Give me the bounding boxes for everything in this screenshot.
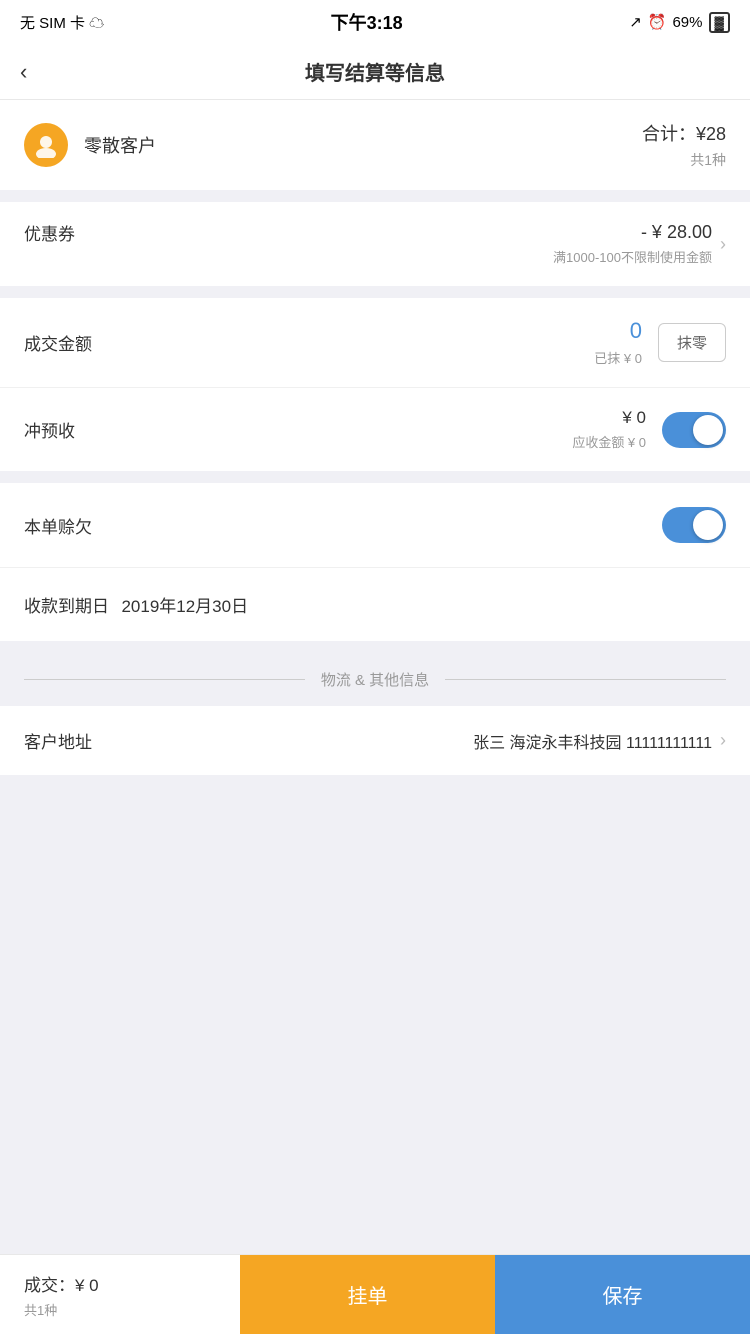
coupon-chevron: ›: [720, 234, 726, 255]
logistics-title: 物流 & 其他信息: [321, 669, 429, 690]
coupon-sub: 满1000-100不限制使用金额: [553, 247, 712, 266]
customer-count: 共1种: [642, 150, 726, 170]
location-icon: ↗: [629, 13, 642, 31]
logistics-header: 物流 & 其他信息: [0, 653, 750, 706]
due-date-value: 2019年12月30日: [121, 597, 248, 616]
bottom-deal: 成交：¥ 0: [24, 1271, 216, 1296]
coupon-value: - ¥ 28.00: [553, 222, 712, 243]
deal-amount-row: 成交金额 0 已抹 ¥ 0 抹零: [0, 298, 750, 388]
back-button[interactable]: ‹: [20, 59, 27, 85]
status-left: 无 SIM 卡 ☁: [20, 12, 104, 33]
coupon-card: 优惠券 - ¥ 28.00 满1000-100不限制使用金额 ›: [0, 202, 750, 286]
address-right: 张三 海淀永丰科技园 11111111111 ›: [473, 729, 726, 753]
customer-total: 合计：¥28: [642, 120, 726, 146]
battery-text: 69%: [672, 14, 702, 31]
pre-receive-right: ¥ 0 应收金额 ¥ 0: [572, 408, 726, 451]
bottom-deal-label: 成交：: [24, 1276, 75, 1295]
pre-receive-values: ¥ 0 应收金额 ¥ 0: [572, 408, 646, 451]
status-bar: 无 SIM 卡 ☁ 下午3:18 ↗ ⏰ 69% ▓: [0, 0, 750, 44]
bottom-bar: 成交：¥ 0 共1种 挂单 保存: [0, 1254, 750, 1334]
signal-text: 无 SIM 卡 ☁: [20, 12, 104, 33]
deal-right: 0 已抹 ¥ 0 抹零: [594, 318, 726, 367]
debt-toggle[interactable]: [662, 507, 726, 543]
coupon-value-group: - ¥ 28.00 满1000-100不限制使用金额: [553, 222, 712, 266]
pre-receive-main: ¥ 0: [572, 408, 646, 428]
due-date-row: 收款到期日 2019年12月30日: [0, 567, 750, 641]
debt-section: 本单赊欠 收款到期日 2019年12月30日: [0, 483, 750, 641]
nav-bar: ‹ 填写结算等信息: [0, 44, 750, 100]
deal-section: 成交金额 0 已抹 ¥ 0 抹零 冲预收 ¥ 0 应收金额 ¥ 0: [0, 298, 750, 471]
address-value: 张三 海淀永丰科技园 11111111111: [473, 729, 712, 753]
customer-row: 零散客户 合计：¥28 共1种: [0, 100, 750, 190]
battery-icon: ▓: [709, 12, 730, 33]
customer-name: 零散客户: [84, 132, 156, 158]
pre-receive-label: 冲预收: [24, 417, 75, 442]
pre-receive-toggle[interactable]: [662, 412, 726, 448]
debt-label: 本单赊欠: [24, 513, 92, 538]
coupon-row[interactable]: 优惠券 - ¥ 28.00 满1000-100不限制使用金额 ›: [0, 202, 750, 286]
deal-sub: 已抹 ¥ 0: [594, 348, 642, 367]
bottom-count: 共1种: [24, 1300, 216, 1319]
address-label: 客户地址: [24, 728, 92, 753]
bottom-buttons: 挂单 保存: [240, 1255, 750, 1334]
deal-label: 成交金额: [24, 330, 92, 355]
due-date-label: 收款到期日: [24, 597, 109, 616]
coupon-label: 优惠券: [24, 222, 75, 248]
deal-value[interactable]: 0: [594, 318, 642, 344]
save-button[interactable]: 保存: [495, 1255, 750, 1334]
address-chevron: ›: [720, 730, 726, 751]
status-right: ↗ ⏰ 69% ▓: [629, 12, 730, 33]
bottom-summary: 成交：¥ 0 共1种: [0, 1271, 240, 1319]
hang-button[interactable]: 挂单: [240, 1255, 495, 1334]
customer-avatar: [24, 123, 68, 167]
alarm-icon: ⏰: [648, 13, 667, 31]
bottom-deal-value: ¥ 0: [75, 1276, 99, 1295]
debt-row: 本单赊欠: [0, 483, 750, 567]
empty-area: [0, 775, 750, 975]
customer-summary: 合计：¥28 共1种: [642, 120, 726, 170]
pre-receive-row: 冲预收 ¥ 0 应收金额 ¥ 0: [0, 388, 750, 471]
pre-receive-sub: 应收金额 ¥ 0: [572, 432, 646, 451]
address-row[interactable]: 客户地址 张三 海淀永丰科技园 11111111111 ›: [0, 706, 750, 775]
status-time: 下午3:18: [331, 9, 403, 35]
logistics-line-right: [445, 679, 726, 680]
customer-left: 零散客户: [24, 123, 156, 167]
content: 零散客户 合计：¥28 共1种 优惠券 - ¥ 28.00 满1000-100不…: [0, 100, 750, 1075]
nav-title: 填写结算等信息: [305, 57, 445, 86]
round-zero-button[interactable]: 抹零: [658, 323, 726, 362]
logistics-line-left: [24, 679, 305, 680]
